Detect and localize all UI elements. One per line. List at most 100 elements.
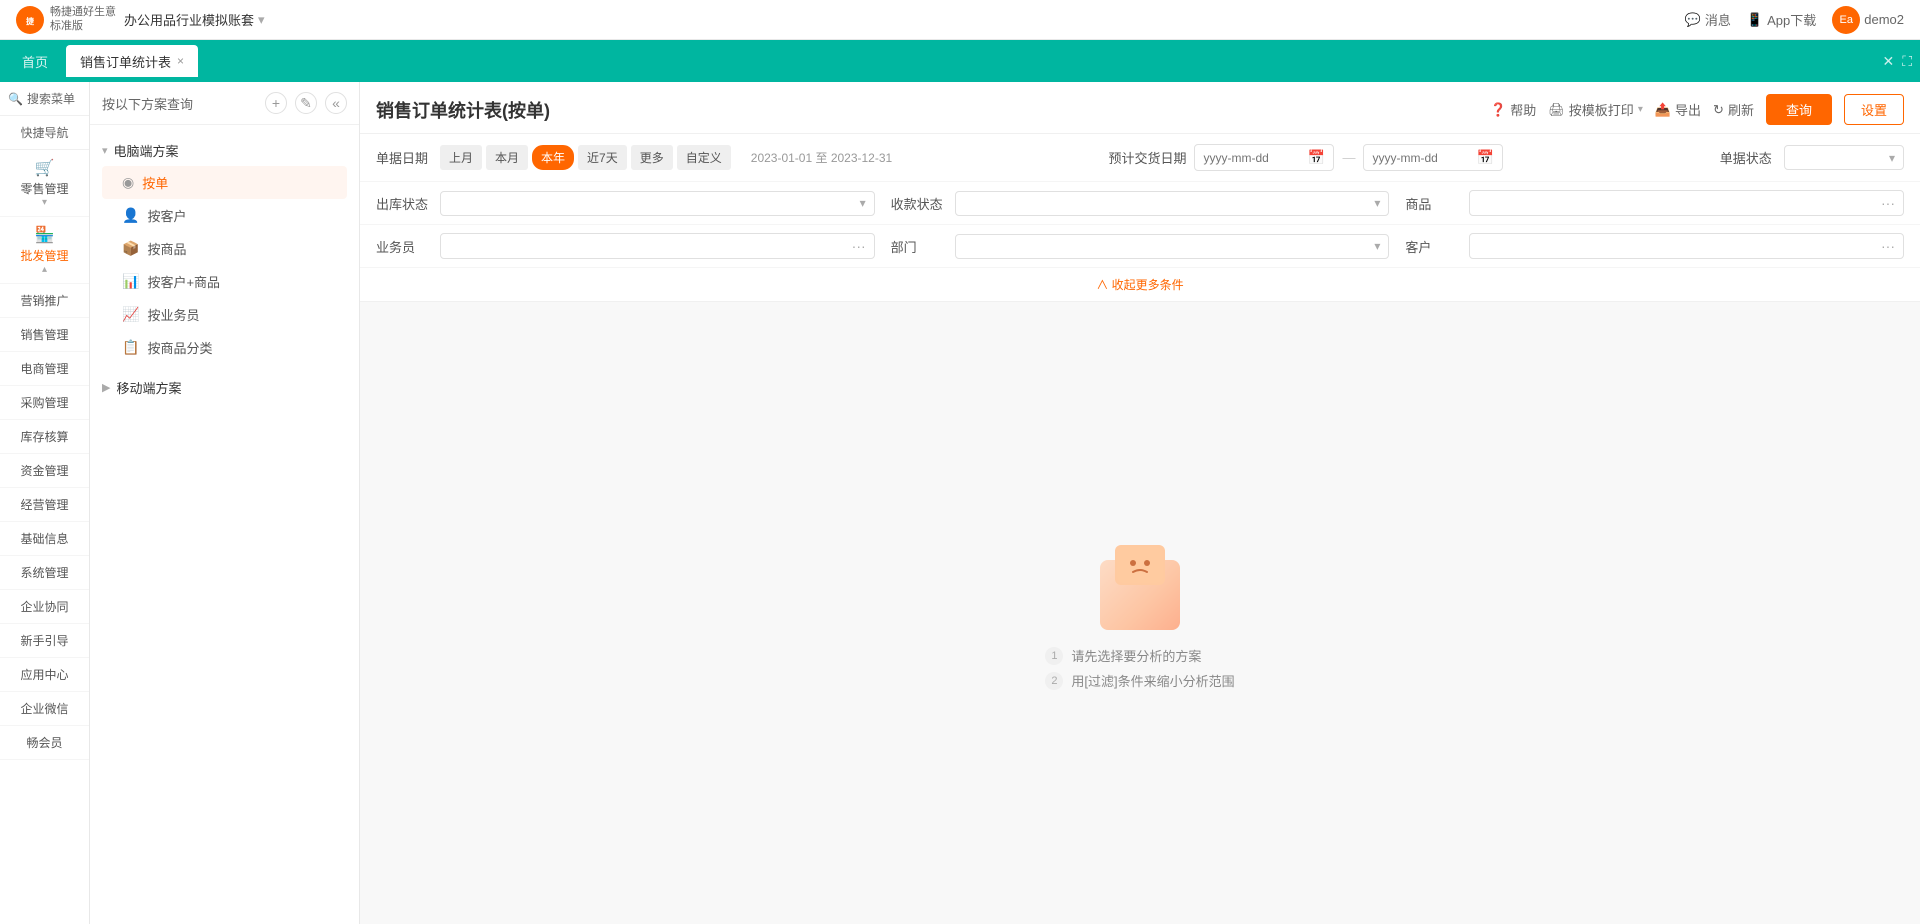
salesperson-more-icon[interactable]: ··· xyxy=(852,238,866,254)
sidebar-item-retail[interactable]: 🛒 零售管理 ▾ xyxy=(0,150,89,217)
sidebar-item-wholesale[interactable]: 🏪 批发管理 ▴ xyxy=(0,217,89,284)
expected-date-end[interactable]: 📅 xyxy=(1363,144,1503,171)
expected-date-end-input[interactable] xyxy=(1372,151,1472,165)
customer-input-wrap[interactable]: ··· xyxy=(1469,233,1904,259)
help-btn[interactable]: ❓ 帮助 xyxy=(1490,100,1536,119)
out-status-select-wrap[interactable]: ▾ xyxy=(440,191,875,216)
sidebar-nav-label[interactable]: 快捷导航 xyxy=(0,116,89,150)
main-layout: 🔍 搜索菜单 快捷导航 🛒 零售管理 ▾ 🏪 批发管理 ▴ 营销推广 销售管理 … xyxy=(0,82,1920,924)
scheme-by-cust-prod[interactable]: 📊 按客户+商品 xyxy=(102,265,347,298)
app-icon: 📱 xyxy=(1747,12,1763,28)
date-btn-custom[interactable]: 自定义 xyxy=(677,145,731,170)
tab-home[interactable]: 首页 xyxy=(8,45,62,77)
mobile-group-arrow-icon: ▶ xyxy=(102,381,110,394)
scheme-by-customer[interactable]: 👤 按客户 xyxy=(102,199,347,232)
tab-close-icon[interactable]: × xyxy=(177,54,184,68)
tab-bar-close-icon[interactable]: ✕ xyxy=(1882,53,1894,70)
plus-icon: + xyxy=(272,95,280,111)
sidebar-item-finance[interactable]: 资金管理 xyxy=(0,454,89,488)
product-input-wrap[interactable]: ··· xyxy=(1469,190,1904,216)
salesperson-input-wrap[interactable]: ··· xyxy=(440,233,875,259)
mobile-group-toggle[interactable]: ▶ 移动端方案 xyxy=(102,372,347,403)
sidebar-item-inventory[interactable]: 库存核算 xyxy=(0,420,89,454)
product-input[interactable] xyxy=(1478,196,1877,211)
date-btn-last-month[interactable]: 上月 xyxy=(440,145,482,170)
setting-btn[interactable]: 设置 xyxy=(1844,94,1904,125)
receipt-status-select[interactable] xyxy=(964,196,1371,211)
export-btn[interactable]: 📤 导出 xyxy=(1655,100,1701,119)
empty-hint-1: 1 请先选择要分析的方案 xyxy=(1045,646,1234,665)
out-status-select[interactable] xyxy=(449,196,856,211)
sidebar-item-marketing[interactable]: 营销推广 xyxy=(0,284,89,318)
bill-status-select-wrap[interactable]: ▾ xyxy=(1784,145,1904,170)
product-more-icon[interactable]: ··· xyxy=(1881,195,1895,211)
scheme-order-icon: ◉ xyxy=(122,174,134,191)
scheme-salesperson-icon: 📈 xyxy=(122,306,139,323)
message-btn[interactable]: 💬 消息 xyxy=(1685,10,1731,29)
date-btn-more[interactable]: 更多 xyxy=(631,145,673,170)
date-btn-this-year[interactable]: 本年 xyxy=(532,145,574,170)
query-btn[interactable]: 查询 xyxy=(1766,94,1832,125)
sidebar-item-ecommerce[interactable]: 电商管理 xyxy=(0,352,89,386)
scheme-by-salesperson[interactable]: 📈 按业务员 xyxy=(102,298,347,331)
dept-select[interactable] xyxy=(964,239,1371,254)
bill-status-label: 单据状态 xyxy=(1720,148,1776,167)
bill-date-label: 单据日期 xyxy=(376,148,432,167)
sidebar-item-wechat-label: 企业微信 xyxy=(20,700,68,717)
sidebar-item-newbie[interactable]: 新手引导 xyxy=(0,624,89,658)
customer-more-icon[interactable]: ··· xyxy=(1881,238,1895,254)
sidebar-item-wechat[interactable]: 企业微信 xyxy=(0,692,89,726)
top-bar-right: 💬 消息 📱 App下载 Ea demo2 xyxy=(1685,6,1904,34)
collapse-panel-btn[interactable]: « xyxy=(325,92,347,114)
sidebar-item-inventory-label: 库存核算 xyxy=(20,428,68,445)
receipt-status-label: 收款状态 xyxy=(891,194,947,213)
sidebar-item-enterprise[interactable]: 企业协同 xyxy=(0,590,89,624)
salesperson-input[interactable] xyxy=(449,239,848,254)
tab-bar-expand-icon[interactable]: ⛶ xyxy=(1902,53,1912,70)
sidebar-item-basic-label: 基础信息 xyxy=(20,530,68,547)
scheme-product-icon: 📦 xyxy=(122,240,139,257)
sidebar-search[interactable]: 🔍 搜索菜单 xyxy=(0,82,89,116)
date-btn-this-month[interactable]: 本月 xyxy=(486,145,528,170)
sidebar-item-appstore[interactable]: 应用中心 xyxy=(0,658,89,692)
collapse-bar[interactable]: ∧ 收起更多条件 xyxy=(360,268,1920,302)
retail-icon: 🛒 xyxy=(35,158,55,178)
content-area: 按以下方案查询 + ✎ « ▾ 电脑端方案 xyxy=(90,82,1920,924)
scheme-by-category[interactable]: 📋 按商品分类 xyxy=(102,331,347,364)
expected-date-start-input[interactable] xyxy=(1203,151,1303,165)
empty-hint-2: 2 用[过滤]条件来缩小分析范围 xyxy=(1045,671,1234,690)
sidebar-item-retail-label: 零售管理 xyxy=(20,180,68,197)
add-scheme-btn[interactable]: + xyxy=(265,92,287,114)
page-actions: ❓ 帮助 🖨 按模板打印 ▾ 📤 导出 ↻ 刷新 xyxy=(1490,94,1904,125)
print-btn[interactable]: 🖨 按模板打印 ▾ xyxy=(1548,100,1643,119)
pc-group-toggle[interactable]: ▾ 电脑端方案 xyxy=(102,135,347,166)
filter-section: 单据日期 上月 本月 本年 近7天 更多 自定义 2023-01-01 至 20… xyxy=(360,134,1920,302)
sidebar-item-purchase[interactable]: 采购管理 xyxy=(0,386,89,420)
sidebar-item-system[interactable]: 系统管理 xyxy=(0,556,89,590)
scheme-by-product[interactable]: 📦 按商品 xyxy=(102,232,347,265)
scheme-by-order[interactable]: ◉ 按单 xyxy=(102,166,347,199)
receipt-status-select-wrap[interactable]: ▾ xyxy=(955,191,1390,216)
date-btn-last7[interactable]: 近7天 xyxy=(578,145,627,170)
dept-select-wrap[interactable]: ▾ xyxy=(955,234,1390,259)
sidebar-item-purchase-label: 采购管理 xyxy=(20,394,68,411)
app-download-btn[interactable]: 📱 App下载 xyxy=(1747,10,1816,29)
scheme-order-label: 按单 xyxy=(142,173,168,192)
sidebar-item-operation[interactable]: 经营管理 xyxy=(0,488,89,522)
sidebar-item-basic[interactable]: 基础信息 xyxy=(0,522,89,556)
expected-date-start[interactable]: 📅 xyxy=(1194,144,1334,171)
refresh-btn[interactable]: ↻ 刷新 xyxy=(1713,100,1754,119)
collapse-icon: « xyxy=(332,95,340,111)
scheme-customer-label: 按客户 xyxy=(147,206,186,225)
sidebar-item-finance-label: 资金管理 xyxy=(20,462,68,479)
customer-input[interactable] xyxy=(1478,239,1877,254)
user-menu[interactable]: Ea demo2 xyxy=(1832,6,1904,34)
breadcrumb-chevron[interactable]: ▾ xyxy=(258,12,265,28)
sidebar-item-member[interactable]: 畅会员 xyxy=(0,726,89,760)
avatar: Ea xyxy=(1832,6,1860,34)
sidebar-item-sales[interactable]: 销售管理 xyxy=(0,318,89,352)
tab-active[interactable]: 销售订单统计表 × xyxy=(66,45,198,77)
scheme-customer-icon: 👤 xyxy=(122,207,139,224)
bill-status-select[interactable] xyxy=(1793,150,1885,165)
edit-scheme-btn[interactable]: ✎ xyxy=(295,92,317,114)
